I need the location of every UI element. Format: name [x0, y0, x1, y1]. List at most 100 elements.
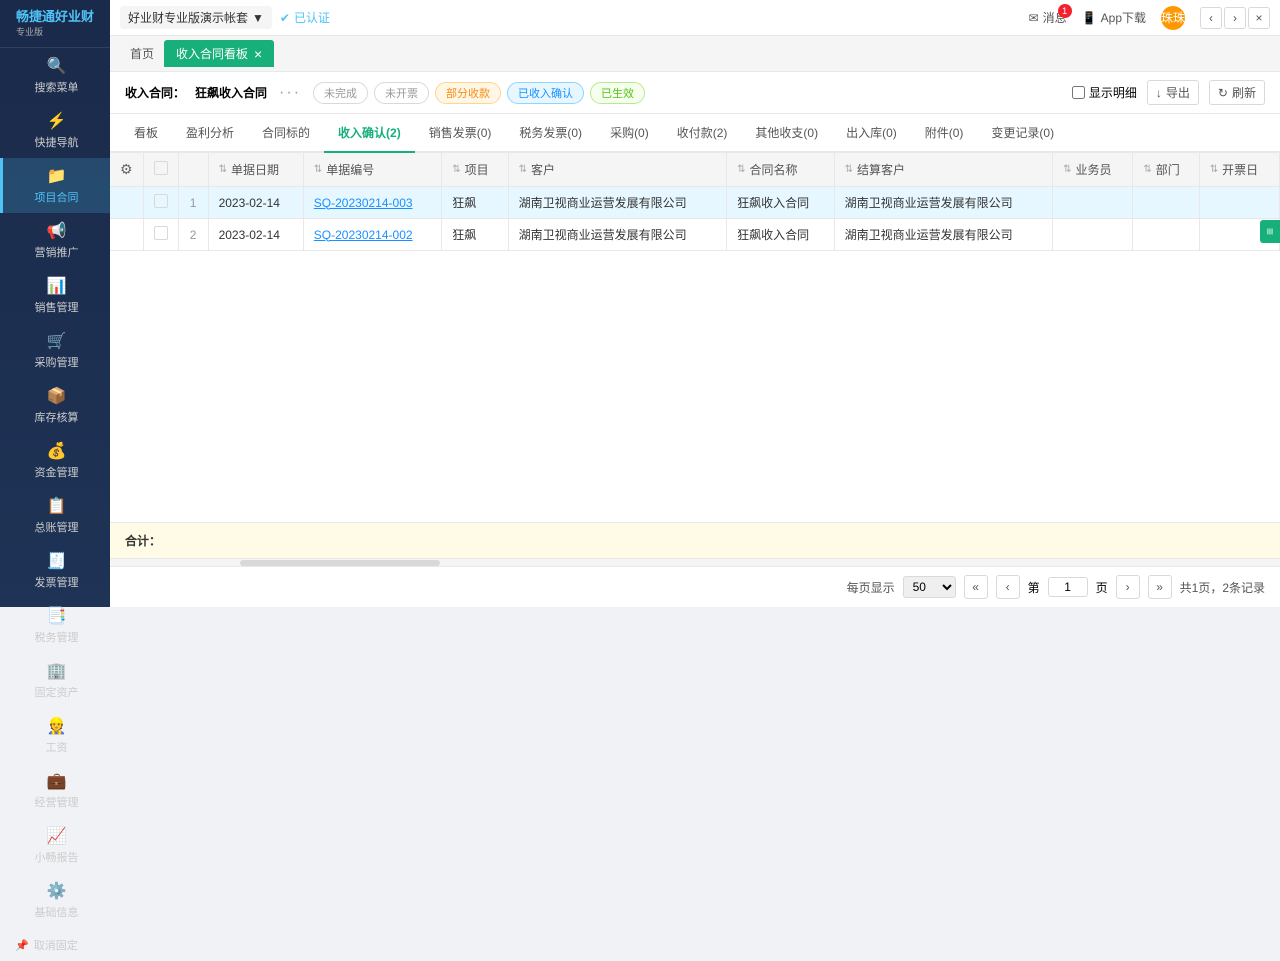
sidebar-item-tax[interactable]: 📑 税务管理	[0, 598, 110, 653]
refresh-button[interactable]: ↻ 刷新	[1209, 80, 1265, 105]
tax-icon: 📑	[47, 606, 67, 626]
invoice-label: 发票管理	[35, 574, 79, 590]
tab-close-icon[interactable]: ×	[254, 46, 262, 62]
row-project-1: 狂飙	[442, 219, 508, 251]
message-icon: ✉	[1029, 11, 1039, 25]
sidebar-item-general[interactable]: 📋 总账管理	[0, 488, 110, 543]
data-table: ⚙ ⇅单据日期 ⇅单据编号 ⇅项目 ⇅客户 ⇅合同名称 ⇅结算客户 ⇅业务员 ⇅…	[110, 153, 1280, 251]
inventory-label: 库存核算	[35, 409, 79, 425]
purchase-label: 采购管理	[35, 354, 79, 370]
row-dept-0	[1133, 187, 1199, 219]
status-badge-confirmed[interactable]: 已收入确认	[507, 82, 584, 104]
status-badge-effective[interactable]: 已生效	[590, 82, 645, 104]
refresh-icon: ↻	[1218, 86, 1228, 100]
sort-result-customer-icon[interactable]: ⇅	[845, 164, 853, 175]
subtab---[interactable]: 看板	[120, 114, 172, 153]
scroll-thumb[interactable]	[240, 560, 440, 566]
company-name: 好业财专业版演示帐套	[128, 9, 248, 26]
nav-close-button[interactable]: ×	[1248, 7, 1270, 29]
sidebar-item-sales[interactable]: 📊 销售管理	[0, 268, 110, 323]
subtab------2-[interactable]: 收入确认(2)	[324, 114, 415, 153]
th-settings: ⚙	[110, 153, 143, 187]
row-cb-1[interactable]	[154, 226, 168, 240]
row-cb-0[interactable]	[154, 194, 168, 208]
subtab-----[interactable]: 合同标的	[248, 114, 324, 153]
user-avatar-button[interactable]: 珠珠	[1161, 6, 1185, 30]
current-page-input[interactable]	[1048, 577, 1088, 597]
sidebar-item-business[interactable]: 💼 经营管理	[0, 763, 110, 818]
last-page-button[interactable]: »	[1148, 575, 1172, 599]
show-detail-checkbox[interactable]: 显示明细	[1072, 84, 1137, 101]
row-number-0[interactable]: SQ-20230214-003	[303, 187, 441, 219]
th-num	[178, 153, 208, 187]
sidebar-item-invoice[interactable]: 🧾 发票管理	[0, 543, 110, 598]
nav-next-button[interactable]: ›	[1224, 7, 1246, 29]
subtab-----2-[interactable]: 收付款(2)	[663, 114, 742, 153]
general-icon: 📋	[47, 496, 67, 516]
sidebar-item-basic[interactable]: ⚙️ 基础信息	[0, 873, 110, 928]
sort-contract-icon[interactable]: ⇅	[737, 164, 745, 175]
tab-contract-board[interactable]: 收入合同看板 ×	[164, 40, 274, 67]
export-button[interactable]: ↓ 导出	[1147, 80, 1199, 105]
settings-gear-icon[interactable]: ⚙	[120, 161, 133, 177]
tab-home[interactable]: 首页	[120, 45, 164, 62]
sidebar-item-project[interactable]: 📁 项目合同	[0, 158, 110, 213]
horizontal-scrollbar[interactable]	[110, 558, 1280, 566]
row-checkbox-1[interactable]	[143, 219, 178, 251]
subtab------0-[interactable]: 税务发票(0)	[505, 114, 596, 153]
detail-checkbox-input[interactable]	[1072, 86, 1085, 99]
sort-project-icon[interactable]: ⇅	[452, 164, 460, 175]
subtab------0-[interactable]: 其他收支(0)	[741, 114, 832, 153]
sidebar-item-search[interactable]: 🔍 搜索菜单	[0, 48, 110, 103]
row-number-1[interactable]: SQ-20230214-002	[303, 219, 441, 251]
first-page-button[interactable]: «	[964, 575, 988, 599]
subtab----0-[interactable]: 附件(0)	[911, 114, 978, 153]
subtab------0-[interactable]: 销售发票(0)	[415, 114, 506, 153]
more-button[interactable]: ···	[279, 84, 301, 102]
sidebar-item-marketing[interactable]: 📢 营销推广	[0, 213, 110, 268]
sort-open-date-icon[interactable]: ⇅	[1210, 164, 1218, 175]
float-btn-icon: ≡	[1263, 228, 1277, 235]
prev-page-button[interactable]: ‹	[996, 575, 1020, 599]
next-page-button[interactable]: ›	[1116, 575, 1140, 599]
status-badge-uninvoiced[interactable]: 未开票	[374, 82, 429, 104]
sales-label: 销售管理	[35, 299, 79, 315]
table-row[interactable]: 1 2023-02-14 SQ-20230214-003 狂飙 湖南卫视商业运营…	[110, 187, 1280, 219]
subtab------0-[interactable]: 变更记录(0)	[977, 114, 1068, 153]
subtab----0-[interactable]: 采购(0)	[596, 114, 663, 153]
table-row[interactable]: 2 2023-02-14 SQ-20230214-002 狂飙 湖南卫视商业运营…	[110, 219, 1280, 251]
row-checkbox-0[interactable]	[143, 187, 178, 219]
app-download-button[interactable]: 📱 App下载	[1082, 9, 1146, 26]
float-side-button[interactable]: ≡	[1260, 220, 1280, 243]
sidebar-item-quick-nav[interactable]: ⚡ 快捷导航	[0, 103, 110, 158]
sort-number-icon[interactable]: ⇅	[314, 164, 322, 175]
select-all-checkbox[interactable]	[154, 161, 168, 175]
sidebar-logo: 畅捷通好业财 专业版	[0, 0, 110, 48]
sidebar-item-inventory[interactable]: 📦 库存核算	[0, 378, 110, 433]
status-badge-partial[interactable]: 部分收款	[435, 82, 501, 104]
page-size-select[interactable]: 50 20 100	[903, 576, 956, 598]
subtab-----[interactable]: 盈利分析	[172, 114, 248, 153]
pin-toggle[interactable]: 📌 取消固定	[0, 929, 110, 961]
nav-prev-button[interactable]: ‹	[1200, 7, 1222, 29]
sidebar-item-capital[interactable]: 💰 资金管理	[0, 433, 110, 488]
sidebar-item-labor[interactable]: 👷 工资	[0, 708, 110, 763]
row-open-date-0	[1199, 187, 1279, 219]
status-badge-uncomplete[interactable]: 未完成	[313, 82, 368, 104]
sort-date-icon[interactable]: ⇅	[219, 164, 227, 175]
sort-customer-icon[interactable]: ⇅	[519, 164, 527, 175]
per-page-label: 每页显示	[847, 579, 895, 596]
sidebar-item-purchase[interactable]: 🛒 采购管理	[0, 323, 110, 378]
row-link-1[interactable]: SQ-20230214-002	[314, 228, 413, 242]
subtab-----0-[interactable]: 出入库(0)	[832, 114, 911, 153]
business-icon: 💼	[47, 771, 67, 791]
sidebar-item-assets[interactable]: 🏢 固定资产	[0, 653, 110, 708]
labor-icon: 👷	[47, 716, 67, 736]
message-button[interactable]: ✉ 消息 1	[1029, 9, 1067, 26]
sidebar-item-report[interactable]: 📈 小畅报告	[0, 818, 110, 873]
company-selector[interactable]: 好业财专业版演示帐套 ▼	[120, 6, 272, 29]
row-link-0[interactable]: SQ-20230214-003	[314, 196, 413, 210]
sort-dept-icon[interactable]: ⇅	[1143, 164, 1151, 175]
sort-staff-icon[interactable]: ⇅	[1063, 164, 1071, 175]
th-result-customer: ⇅结算客户	[834, 153, 1053, 187]
